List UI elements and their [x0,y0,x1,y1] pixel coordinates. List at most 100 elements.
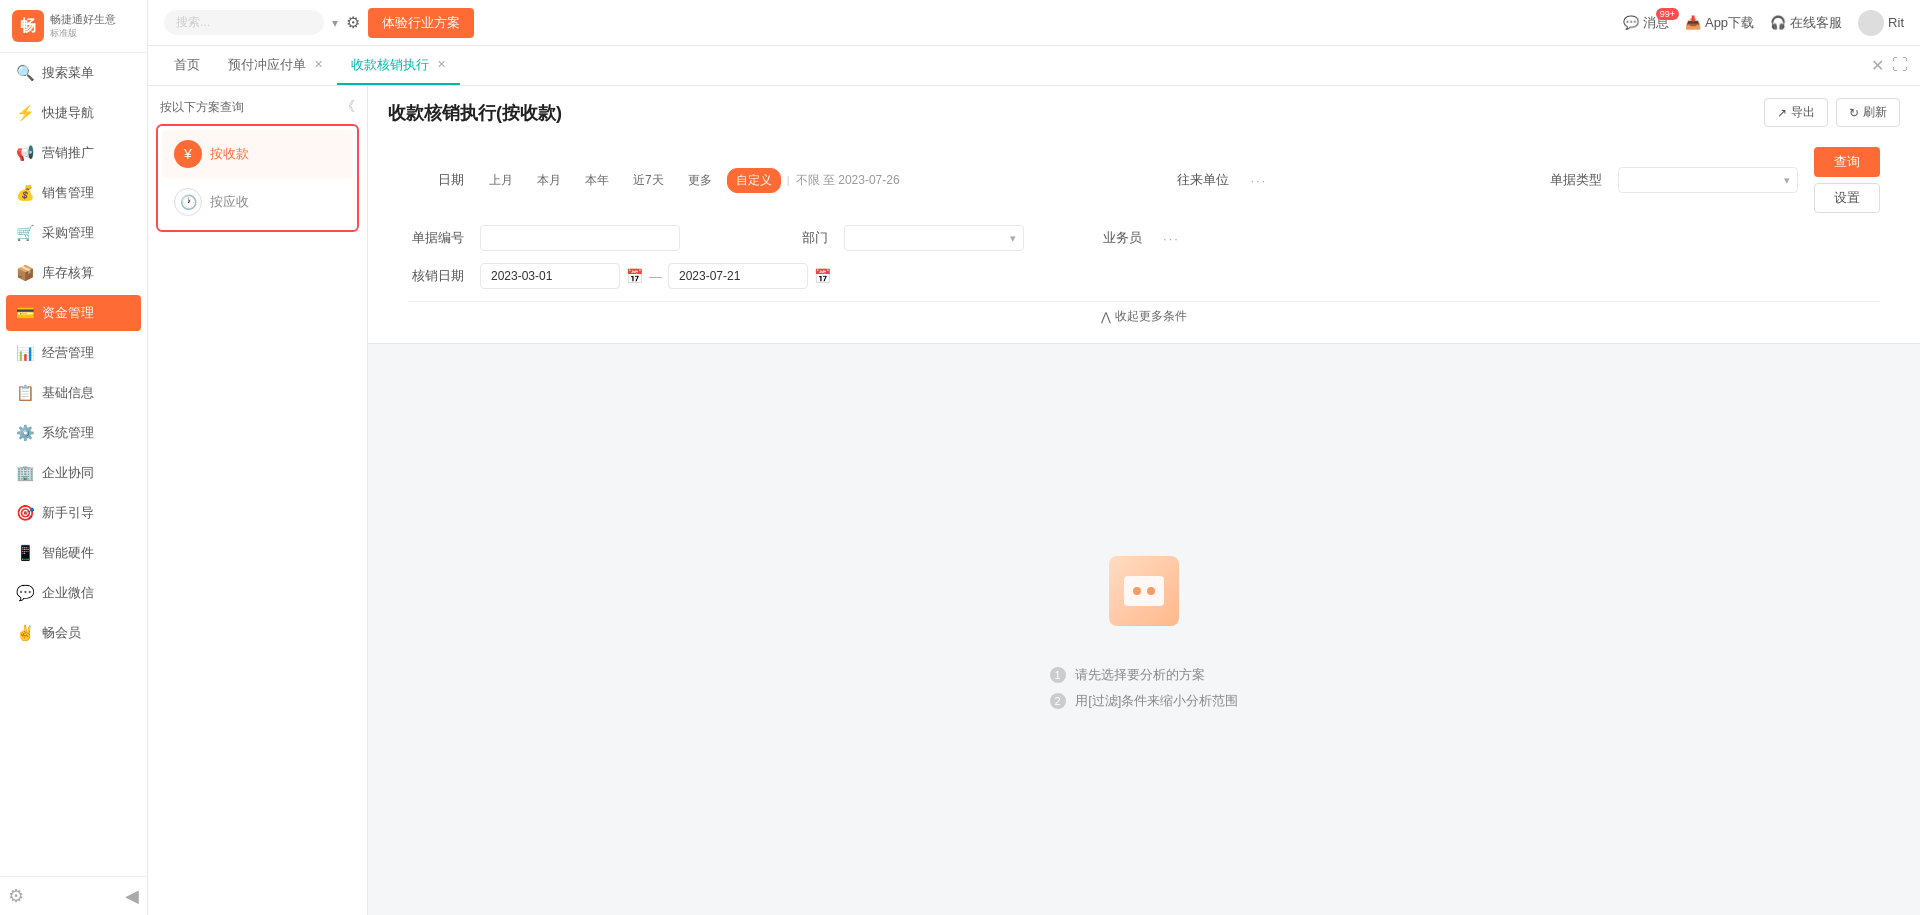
sidebar-item-wechat[interactable]: 💬 企业微信 [0,573,147,613]
sidebar-item-label: 资金管理 [42,304,94,322]
partner-more-icon[interactable]: ··· [1245,168,1272,193]
verify-date-start-input[interactable] [480,263,620,289]
message-button[interactable]: 💬 消息 99+ [1623,14,1669,32]
empty-illustration [1094,546,1194,646]
clipboard-icon: 📋 [16,384,34,402]
empty-tips: 1 请先选择要分析的方案 2 用[过滤]条件来缩小分析范围 [1050,662,1239,714]
tab-close-prepay-icon[interactable]: ✕ [314,58,323,71]
department-select-wrapper [844,225,1024,251]
employee-more-icon[interactable]: ··· [1158,226,1185,251]
collapse-label: 收起更多条件 [1115,308,1187,325]
export-button[interactable]: ↗ 导出 [1764,98,1828,127]
filter-by-receipt[interactable]: ¥ 按收款 [162,130,353,178]
building-icon: 🏢 [16,464,34,482]
logo-text: 畅捷通好生意 [50,12,116,26]
online-service-button[interactable]: 🎧 在线客服 [1770,14,1842,32]
department-filter-label: 部门 [772,229,828,247]
robot-eye-right [1147,587,1155,595]
search-icon: 🔍 [16,64,34,82]
tab-controls: ✕ ⛶ [1871,56,1908,75]
app-download-button[interactable]: 📥 App下载 [1685,14,1754,32]
sidebar-item-label: 基础信息 [42,384,94,402]
verify-date-end-input[interactable] [668,263,808,289]
this-month-btn[interactable]: 本月 [528,168,570,193]
calendar-start-icon[interactable]: 📅 [626,268,643,284]
sidebar-item-marketing[interactable]: 📢 营销推广 [0,133,147,173]
close-tab-icon[interactable]: ✕ [1871,56,1884,75]
sidebar-item-guide[interactable]: 🎯 新手引导 [0,493,147,533]
date-options-group: 上月 本月 本年 近7天 更多 自定义 | 不限 至 2023-07-26 [480,168,900,193]
sidebar-item-enterprise[interactable]: 🏢 企业协同 [0,453,147,493]
this-year-btn[interactable]: 本年 [576,168,618,193]
money-icon: 💰 [16,184,34,202]
message-badge: 99+ [1656,8,1679,20]
receivable-icon: 🕐 [174,188,202,216]
header-right: 💬 消息 99+ 📥 App下载 🎧 在线客服 Rit [1623,10,1904,36]
settings-footer-icon[interactable]: ⚙ [8,885,24,907]
sidebar-item-sales[interactable]: 💰 销售管理 [0,173,147,213]
header-left: 搜索... ▾ ⚙ 体验行业方案 [164,8,474,38]
custom-date-btn[interactable]: 自定义 [727,168,781,193]
settings-icon[interactable]: ⚙ [346,13,360,32]
last-month-btn[interactable]: 上月 [480,168,522,193]
card-icon: 💳 [16,304,34,322]
online-service-label: 在线客服 [1790,14,1842,32]
panel-title: 按以下方案查询 [160,99,244,116]
filter-row-date: 日期 上月 本月 本年 近7天 更多 自定义 | 不限 至 2023-07-26 [408,147,1880,213]
tab-close-receipts-icon[interactable]: ✕ [437,58,446,71]
chevron-down-icon[interactable]: ▾ [332,16,338,30]
doctype-select-wrapper [1618,167,1798,193]
sidebar-item-inventory[interactable]: 📦 库存核算 [0,253,147,293]
sidebar: 畅 畅捷通好生意 标准版 🔍 搜索菜单 ⚡ 快捷导航 📢 营销推广 💰 销售管理… [0,0,148,915]
sidebar-item-quick-nav[interactable]: ⚡ 快捷导航 [0,93,147,133]
doctype-select[interactable] [1618,167,1798,193]
sidebar-item-operations[interactable]: 📊 经营管理 [0,333,147,373]
partner-filter-label: 往来单位 [1173,171,1229,189]
right-content: 收款核销执行(按收款) ↗ 导出 ↻ 刷新 [368,86,1920,915]
tab-prepay[interactable]: 预付冲应付单 ✕ [214,46,337,85]
header-search-box[interactable]: 搜索... [164,10,324,35]
sidebar-item-label: 新手引导 [42,504,94,522]
collapse-more-btn[interactable]: ⋀ 收起更多条件 [408,301,1880,331]
calendar-end-icon[interactable]: 📅 [814,268,831,284]
tab-home[interactable]: 首页 [160,46,214,85]
sidebar-item-label: 采购管理 [42,224,94,242]
chart-icon: 📊 [16,344,34,362]
chat-icon: 💬 [16,584,34,602]
sidebar-item-label: 智能硬件 [42,544,94,562]
sidebar-item-system[interactable]: ⚙️ 系统管理 [0,413,147,453]
tab-home-label: 首页 [174,56,200,74]
department-select[interactable] [844,225,1024,251]
sidebar-item-purchase[interactable]: 🛒 采购管理 [0,213,147,253]
page-title: 收款核销执行(按收款) [388,101,562,125]
panel-collapse-icon[interactable]: 《 [341,98,355,116]
user-profile-button[interactable]: Rit [1858,10,1904,36]
left-panel: 按以下方案查询 《 ¥ 按收款 🕐 按应收 [148,86,368,915]
expand-icon[interactable]: ⛶ [1892,56,1908,75]
tab-receipts-label: 收款核销执行 [351,56,429,74]
settings-button[interactable]: 设置 [1814,183,1880,213]
sidebar-item-hardware[interactable]: 📱 智能硬件 [0,533,147,573]
member-icon: ✌ [16,624,34,642]
solution-button[interactable]: 体验行业方案 [368,8,474,38]
app-logo: 畅 畅捷通好生意 标准版 [0,0,147,53]
tab-receipts[interactable]: 收款核销执行 ✕ [337,46,460,85]
message-icon: 💬 [1623,15,1639,30]
sidebar-item-finance[interactable]: 💳 资金管理 [6,295,141,331]
content-area: 按以下方案查询 《 ¥ 按收款 🕐 按应收 收款核销执行(按收款) [148,86,1920,915]
filter-by-receivable[interactable]: 🕐 按应收 [162,178,353,226]
sidebar-item-basic-info[interactable]: 📋 基础信息 [0,373,147,413]
query-button[interactable]: 查询 [1814,147,1880,177]
date-filter-label: 日期 [408,171,464,189]
filter-row-verify-date: 核销日期 📅 — 📅 [408,263,1880,289]
docnum-input[interactable] [480,225,680,251]
more-date-btn[interactable]: 更多 [679,168,721,193]
collapse-sidebar-icon[interactable]: ◀ [125,885,139,907]
receipt-icon: ¥ [174,140,202,168]
box-icon: 📦 [16,264,34,282]
refresh-button[interactable]: ↻ 刷新 [1836,98,1900,127]
sidebar-item-member[interactable]: ✌ 畅会员 [0,613,147,653]
last-7days-btn[interactable]: 近7天 [624,168,673,193]
filter-buttons: 查询 设置 [1814,147,1880,213]
sidebar-item-search[interactable]: 🔍 搜索菜单 [0,53,147,93]
